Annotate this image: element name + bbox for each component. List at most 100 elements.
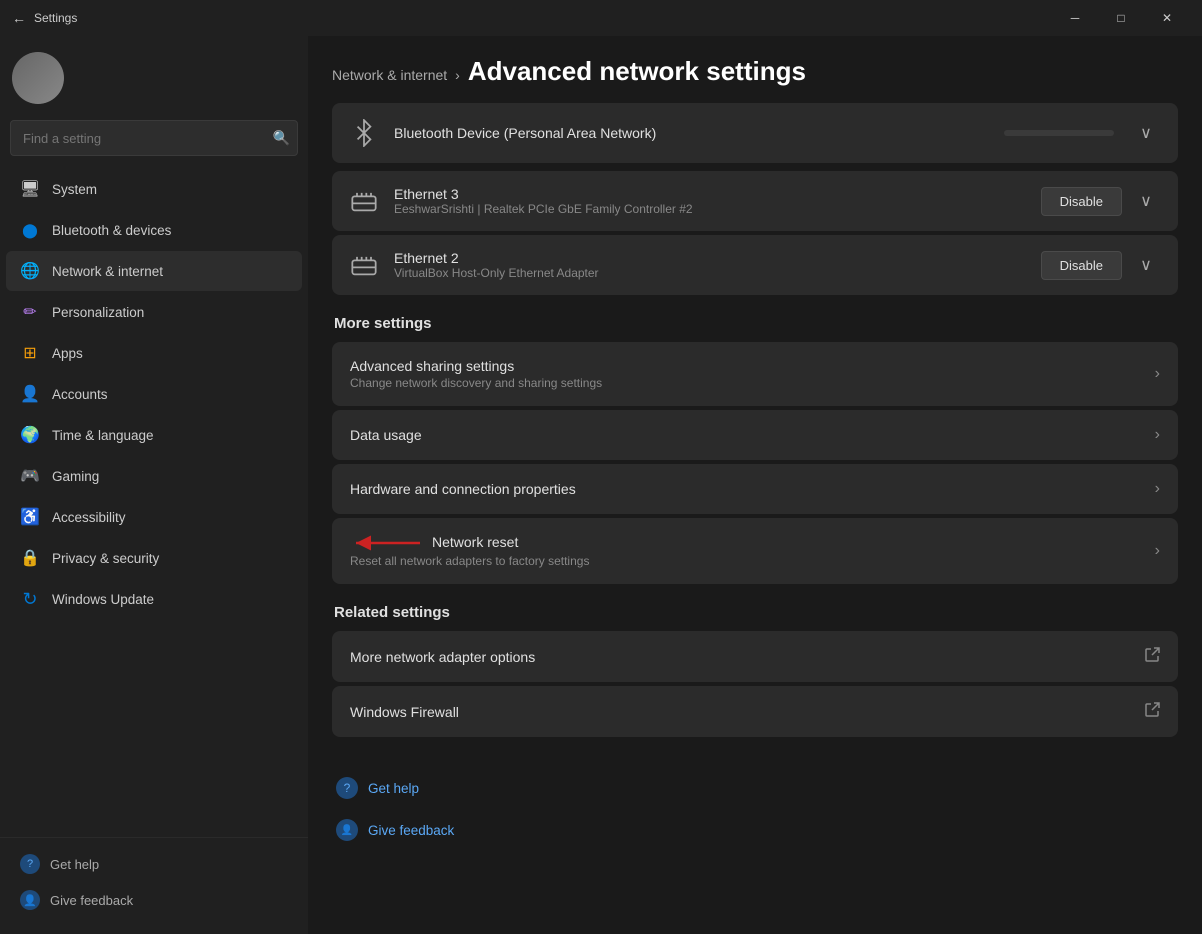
ethernet3-disable-button[interactable]: Disable [1041,187,1122,216]
sidebar-item-time[interactable]: 🌍 Time & language [6,415,302,455]
update-icon: ↻ [20,589,40,609]
sidebar-bottom: ? Get help 👤 Give feedback [0,837,308,934]
breadcrumb: Network & internet › Advanced network se… [332,36,1178,103]
adapter-card-ethernet3[interactable]: Ethernet 3 EeshwarSrishti | Realtek PCIe… [332,171,1178,231]
maximize-button[interactable]: □ [1098,0,1144,36]
firewall-external-icon [1144,702,1160,721]
sidebar-item-label: Privacy & security [52,551,159,566]
ethernet2-icon [348,249,380,281]
bluetooth-device-icon [348,117,380,149]
page-title: Advanced network settings [468,56,806,87]
sidebar-item-privacy[interactable]: 🔒 Privacy & security [6,538,302,578]
ethernet2-expand[interactable]: ∨ [1130,249,1162,281]
sidebar-item-label: Accounts [52,387,108,402]
sidebar-item-update[interactable]: ↻ Windows Update [6,579,302,619]
data-usage-row[interactable]: Data usage › [332,410,1178,460]
sidebar-item-accounts[interactable]: 👤 Accounts [6,374,302,414]
more-adapter-options-right [1144,647,1160,666]
windows-firewall-row[interactable]: Windows Firewall [332,686,1178,737]
sidebar-item-label: Apps [52,346,83,361]
close-button[interactable]: ✕ [1144,0,1190,36]
ethernet2-disable-button[interactable]: Disable [1041,251,1122,280]
data-usage-title: Data usage [350,427,1155,443]
privacy-icon: 🔒 [20,548,40,568]
windows-firewall-title: Windows Firewall [350,704,1144,720]
get-help-link-label: Get help [368,781,419,796]
hardware-connection-right: › [1155,480,1160,498]
sidebar-item-personalization[interactable]: ✏ Personalization [6,292,302,332]
ethernet3-expand[interactable]: ∨ [1130,185,1162,217]
sidebar-item-label: Personalization [52,305,144,320]
give-feedback-link[interactable]: 👤 Give feedback [332,811,1178,849]
ethernet2-desc: VirtualBox Host-Only Ethernet Adapter [394,266,1027,280]
bottom-links: ? Get help 👤 Give feedback [332,769,1178,849]
ethernet2-info: Ethernet 2 VirtualBox Host-Only Ethernet… [394,250,1027,280]
ethernet3-name: Ethernet 3 [394,186,1027,202]
sidebar-item-apps[interactable]: ⊞ Apps [6,333,302,373]
network-reset-desc: Reset all network adapters to factory se… [350,554,1155,568]
sidebar-item-label: Network & internet [52,264,163,279]
network-reset-content: Network reset Reset all network adapters… [350,534,1155,568]
more-settings-header: More settings [332,315,1178,332]
adapter-card-bluetooth[interactable]: Bluetooth Device (Personal Area Network)… [332,103,1178,163]
sidebar-nav: 🖥 System ⬤ Bluetooth & devices 🌐 Network… [0,164,308,837]
get-help-icon: ? [20,854,40,874]
main-content: Network & internet › Advanced network se… [308,36,1202,934]
network-reset-row[interactable]: Network reset Reset all network adapters… [332,518,1178,584]
hardware-connection-row[interactable]: Hardware and connection properties › [332,464,1178,514]
network-reset-chevron: › [1155,542,1160,560]
sidebar-item-label: Gaming [52,469,99,484]
adapter-card-ethernet2[interactable]: Ethernet 2 VirtualBox Host-Only Ethernet… [332,235,1178,295]
data-usage-content: Data usage [350,427,1155,443]
ethernet3-info: Ethernet 3 EeshwarSrishti | Realtek PCIe… [394,186,1027,216]
advanced-sharing-title: Advanced sharing settings [350,358,1155,374]
sidebar-item-give-feedback[interactable]: 👤 Give feedback [6,882,302,918]
advanced-sharing-desc: Change network discovery and sharing set… [350,376,1155,390]
bluetooth-icon: ⬤ [20,220,40,240]
ethernet3-actions: Disable ∨ [1041,185,1162,217]
gaming-icon: 🎮 [20,466,40,486]
hardware-connection-content: Hardware and connection properties [350,481,1155,497]
back-icon[interactable]: ← [12,10,26,26]
get-help-link-icon: ? [336,777,358,799]
feedback-icon: 👤 [20,890,40,910]
red-arrow-annotation [350,534,424,552]
sidebar-item-label: System [52,182,97,197]
sidebar-item-system[interactable]: 🖥 System [6,169,302,209]
adapter-bluetooth-expand[interactable]: ∨ [1130,117,1162,149]
minimize-button[interactable]: ─ [1052,0,1098,36]
system-icon: 🖥 [20,179,40,199]
ethernet2-name: Ethernet 2 [394,250,1027,266]
avatar [12,52,64,104]
adapter-bluetooth-name: Bluetooth Device (Personal Area Network) [394,125,990,141]
advanced-sharing-content: Advanced sharing settings Change network… [350,358,1155,390]
breadcrumb-parent[interactable]: Network & internet [332,67,447,83]
advanced-sharing-row[interactable]: Advanced sharing settings Change network… [332,342,1178,406]
time-icon: 🌍 [20,425,40,445]
related-settings-header: Related settings [332,604,1178,621]
windows-firewall-content: Windows Firewall [350,704,1144,720]
more-adapter-options-content: More network adapter options [350,649,1144,665]
give-feedback-link-label: Give feedback [368,823,454,838]
ethernet3-icon [348,185,380,217]
network-icon: 🌐 [20,261,40,281]
get-help-label: Get help [50,857,99,872]
data-usage-chevron: › [1155,426,1160,444]
network-reset-right: › [1155,542,1160,560]
titlebar-title: Settings [34,11,77,25]
sidebar-item-bluetooth[interactable]: ⬤ Bluetooth & devices [6,210,302,250]
windows-firewall-right [1144,702,1160,721]
titlebar-controls: ─ □ ✕ [1052,0,1190,36]
sidebar-item-get-help[interactable]: ? Get help [6,846,302,882]
sidebar-item-accessibility[interactable]: ♿ Accessibility [6,497,302,537]
sidebar-profile [0,36,308,116]
search-input[interactable] [10,120,298,156]
sidebar-item-network[interactable]: 🌐 Network & internet [6,251,302,291]
more-adapter-options-row[interactable]: More network adapter options [332,631,1178,682]
get-help-link[interactable]: ? Get help [332,769,1178,807]
advanced-sharing-chevron: › [1155,365,1160,383]
ethernet3-desc: EeshwarSrishti | Realtek PCIe GbE Family… [394,202,1027,216]
adapter-bluetooth-toggle [1004,130,1114,136]
sidebar-item-gaming[interactable]: 🎮 Gaming [6,456,302,496]
hardware-connection-title: Hardware and connection properties [350,481,1155,497]
